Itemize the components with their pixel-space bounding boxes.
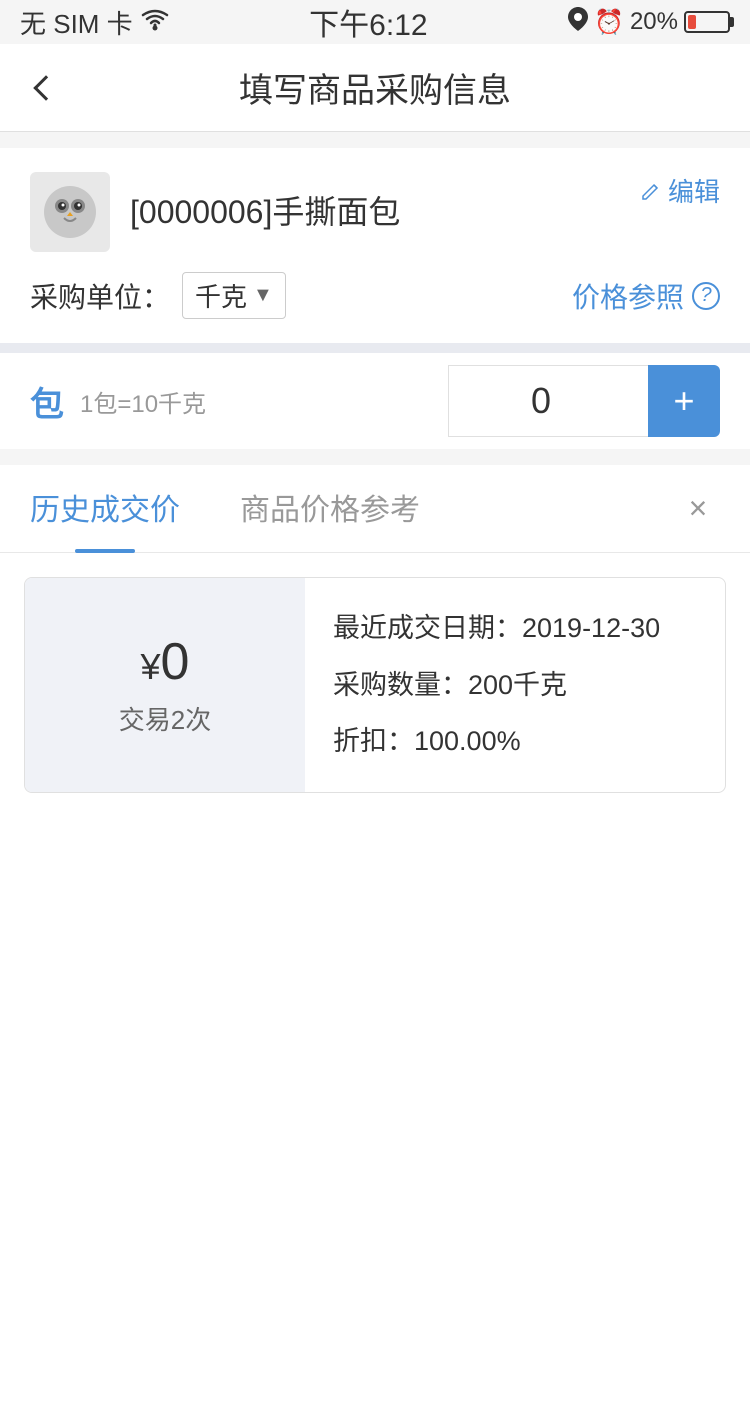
recent-date-label: 最近成交日期：: [333, 613, 522, 643]
unit-value: 千克: [195, 277, 247, 314]
discount-label: 折扣：: [333, 726, 414, 756]
edit-button[interactable]: 编辑: [640, 172, 720, 209]
product-owl-logo: [42, 184, 98, 240]
carrier-text: 无 SIM 卡: [20, 4, 133, 41]
quantity-input-group: +: [448, 365, 720, 437]
status-bar: 无 SIM 卡 下午6:12 ⏰ 20%: [0, 0, 750, 44]
edit-label: 编辑: [668, 172, 720, 209]
status-left: 无 SIM 卡: [20, 4, 169, 41]
tabs-close-button[interactable]: ×: [676, 487, 720, 531]
quantity-input[interactable]: [448, 365, 648, 437]
tabs-list: 历史成交价 商品价格参考: [30, 465, 420, 553]
unit-label: 采购单位：: [30, 276, 170, 316]
unit-left: 采购单位： 千克 ▼: [30, 272, 286, 319]
recent-date-value: 2019-12-30: [522, 613, 660, 643]
page-title: 填写商品采购信息: [239, 63, 511, 112]
product-top-row: [0000006]手撕面包 编辑: [30, 172, 720, 252]
location-icon: [568, 7, 588, 38]
price-ref-help-icon: ?: [692, 282, 720, 310]
product-name: [0000006]手撕面包: [130, 190, 400, 235]
discount-row: 折扣：100.00%: [333, 721, 697, 762]
purchase-qty-value: 200千克: [468, 670, 567, 700]
quantity-row: 包 1包=10千克 +: [0, 353, 750, 449]
status-time: 下午6:12: [309, 0, 427, 44]
unit-arrow-icon: ▼: [253, 284, 273, 307]
discount-value: 100.00%: [414, 726, 521, 756]
tab-product-price-ref[interactable]: 商品价格参考: [240, 465, 420, 553]
unit-selector[interactable]: 千克 ▼: [182, 272, 286, 319]
history-details-right: 最近成交日期：2019-12-30 采购数量：200千克 折扣：100.00%: [305, 578, 725, 792]
battery-icon: [684, 11, 730, 33]
tab-history-price[interactable]: 历史成交价: [30, 465, 180, 553]
purchase-qty-row: 采购数量：200千克: [333, 665, 697, 706]
tab-product-price-ref-label: 商品价格参考: [240, 485, 420, 529]
wifi-icon: [141, 7, 169, 38]
price-ref-label: 价格参照: [572, 276, 684, 316]
nav-bar: 填写商品采购信息: [0, 44, 750, 132]
pkg-hint: 1包=10千克: [80, 384, 206, 419]
quantity-plus-button[interactable]: +: [648, 365, 720, 437]
section-divider: [0, 343, 750, 353]
history-card: ¥0 交易2次 最近成交日期：2019-12-30 采购数量：200千克 折扣：…: [24, 577, 726, 793]
price-ref-button[interactable]: 价格参照 ?: [572, 276, 720, 316]
pkg-unit-label: 包: [30, 377, 64, 426]
product-card: [0000006]手撕面包 编辑 采购单位： 千克 ▼ 价格参照 ?: [0, 148, 750, 343]
product-left: [0000006]手撕面包: [30, 172, 400, 252]
edit-icon: [640, 180, 662, 202]
tabs-panel: 历史成交价 商品价格参考 × ¥0 交易2次 最近成交日期：2019-12-30…: [0, 465, 750, 1417]
status-right: ⏰ 20%: [568, 7, 730, 38]
trade-count: 交易2次: [119, 700, 211, 737]
recent-date-row: 最近成交日期：2019-12-30: [333, 608, 697, 649]
tabs-header: 历史成交价 商品价格参考 ×: [0, 465, 750, 553]
back-arrow-icon: [33, 75, 58, 100]
history-price-left: ¥0 交易2次: [25, 578, 305, 792]
product-image: [30, 172, 110, 252]
history-price-value: ¥0: [141, 632, 190, 692]
quantity-label: 包 1包=10千克: [30, 377, 206, 426]
back-button[interactable]: [24, 66, 68, 110]
price-number: 0: [161, 633, 190, 691]
currency-symbol: ¥: [141, 646, 161, 687]
close-icon: ×: [689, 490, 708, 527]
alarm-icon: ⏰: [594, 8, 624, 37]
content-background: [0, 817, 750, 1417]
product-unit-row: 采购单位： 千克 ▼ 价格参照 ?: [30, 272, 720, 319]
purchase-qty-label: 采购数量：: [333, 670, 468, 700]
tab-history-price-label: 历史成交价: [30, 485, 180, 529]
battery-percent: 20%: [630, 8, 678, 36]
